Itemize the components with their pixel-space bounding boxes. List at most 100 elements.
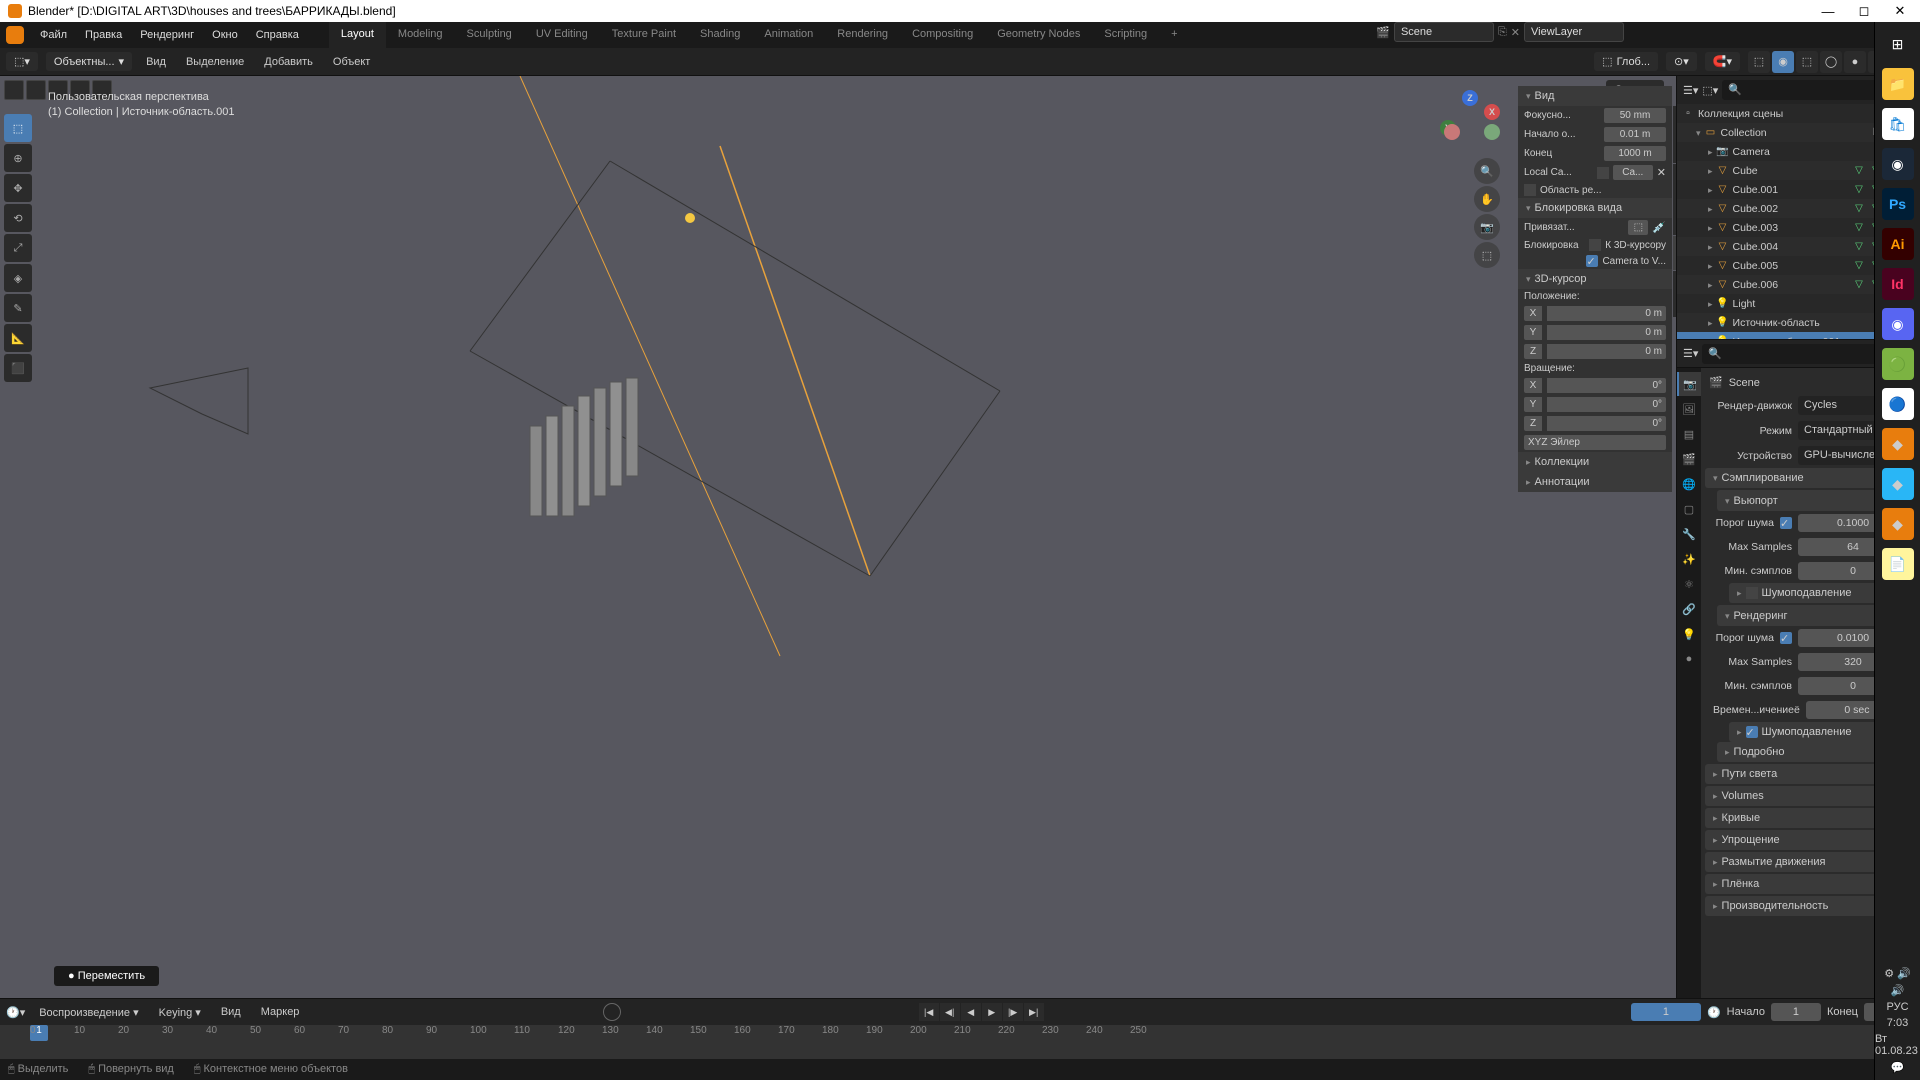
props-type-icon[interactable]: ☰▾ [1683, 347, 1698, 360]
jump-end-icon[interactable]: ▶| [1024, 1003, 1044, 1021]
steam-icon[interactable]: ◉ [1882, 148, 1914, 180]
editor-type-dropdown[interactable]: ⬚▾ [6, 52, 38, 71]
rnoise-check[interactable]: ✓ [1780, 632, 1792, 644]
annotate-tool[interactable]: ✎ [4, 294, 32, 322]
scale-tool[interactable]: ⤢ [4, 234, 32, 262]
scene-new-icon[interactable]: ⎘ [1498, 26, 1507, 39]
focal-input[interactable]: 50 mm [1604, 108, 1666, 123]
tl-view[interactable]: Вид [215, 1003, 247, 1021]
scene-name-input[interactable] [1394, 22, 1494, 42]
denoise-check[interactable] [1746, 587, 1758, 599]
blender-task-icon[interactable]: ◆ [1882, 428, 1914, 460]
props-tab-output[interactable]: 🖼 [1677, 397, 1701, 421]
cursor-y[interactable]: 0 m [1547, 325, 1666, 340]
photoshop-icon[interactable]: Ps [1882, 188, 1914, 220]
props-tab-viewlayer[interactable]: ▤ [1677, 422, 1701, 446]
zoom-icon[interactable]: 🔍 [1474, 158, 1500, 184]
cursor-tool[interactable]: ⊕ [4, 144, 32, 172]
menu-select[interactable]: Выделение [180, 53, 250, 71]
clock-time[interactable]: 7:03 [1887, 1017, 1908, 1029]
tab-modeling[interactable]: Modeling [386, 22, 455, 48]
n-tab-create[interactable]: Create [1673, 271, 1676, 317]
overlay-toggle-icon[interactable]: ◉ [1772, 51, 1794, 73]
timeline-type-icon[interactable]: 🕐▾ [6, 1006, 25, 1019]
clipstart-input[interactable]: 0.01 m [1604, 127, 1666, 142]
discord-icon[interactable]: ◉ [1882, 308, 1914, 340]
rdenoise-check[interactable]: ✓ [1746, 726, 1758, 738]
keyframe-prev-icon[interactable]: ◀| [940, 1003, 960, 1021]
menu-add[interactable]: Добавить [258, 53, 319, 71]
notif-icon[interactable]: 💬 [1891, 1061, 1905, 1074]
blender-task-icon[interactable]: ◆ [1882, 508, 1914, 540]
tab-uv[interactable]: UV Editing [524, 22, 600, 48]
menu-file[interactable]: Файл [32, 25, 75, 45]
3d-viewport[interactable]: ⬚ ⊕ ✥ ⟲ ⤢ ◈ ✎ 📐 ⬛ Пользовательская персп… [0, 76, 1676, 998]
shading-solid-icon[interactable]: ● [1844, 51, 1866, 73]
props-tab-world[interactable]: 🌐 [1677, 472, 1701, 496]
n-section-annot[interactable]: Аннотации [1518, 472, 1672, 492]
pan-icon[interactable]: ✋ [1474, 186, 1500, 212]
select-mode-icon[interactable] [4, 80, 24, 100]
timeline-track[interactable]: 1 01020304050607080901001101201301401501… [0, 1025, 1920, 1059]
select-tool[interactable]: ⬚ [4, 114, 32, 142]
tab-compositing[interactable]: Compositing [900, 22, 985, 48]
blender-logo-icon[interactable] [6, 26, 24, 44]
nav-gizmo[interactable]: Y Z X [1440, 90, 1500, 150]
cursor-x[interactable]: 0 m [1547, 306, 1666, 321]
tab-scripting[interactable]: Scripting [1092, 22, 1159, 48]
outliner-type-icon[interactable]: ☰▾ [1683, 84, 1698, 97]
tab-texture[interactable]: Texture Paint [600, 22, 688, 48]
props-tab-render[interactable]: 📷 [1677, 372, 1701, 396]
indesign-icon[interactable]: Id [1882, 268, 1914, 300]
props-tab-material[interactable]: ● [1677, 647, 1701, 671]
props-tab-particle[interactable]: ✨ [1677, 547, 1701, 571]
props-tab-scene[interactable]: 🎬 [1677, 447, 1701, 471]
pivot-dropdown[interactable]: ⊙▾ [1666, 52, 1697, 71]
props-tab-constraint[interactable]: 🔗 [1677, 597, 1701, 621]
tab-shading[interactable]: Shading [688, 22, 752, 48]
cursor-ry[interactable]: 0° [1547, 397, 1666, 412]
menu-window[interactable]: Окно [204, 25, 246, 45]
menu-object[interactable]: Объект [327, 53, 376, 71]
jump-start-icon[interactable]: |◀ [919, 1003, 939, 1021]
notes-icon[interactable]: 📄 [1882, 548, 1914, 580]
clipend-input[interactable]: 1000 m [1604, 146, 1666, 161]
n-section-view[interactable]: Вид [1518, 86, 1672, 106]
eyedrop-icon[interactable]: 💉 [1652, 221, 1666, 234]
play-rev-icon[interactable]: ◀ [961, 1003, 981, 1021]
play-icon[interactable]: ▶ [982, 1003, 1002, 1021]
tl-playback[interactable]: Воспроизведение ▾ [33, 1003, 144, 1022]
clock-icon[interactable]: 🕐 [1707, 1006, 1721, 1019]
cursor-rx[interactable]: 0° [1547, 378, 1666, 393]
scene-del-icon[interactable]: ✕ [1511, 26, 1520, 39]
windows-icon[interactable]: ⊞ [1882, 28, 1914, 60]
camtoview-check[interactable]: ✓ [1586, 255, 1598, 267]
tab-add[interactable]: + [1159, 22, 1189, 48]
measure-tool[interactable]: 📐 [4, 324, 32, 352]
lockcursor-check[interactable] [1589, 239, 1601, 251]
tab-rendering[interactable]: Rendering [825, 22, 900, 48]
euler-dropdown[interactable]: XYZ Эйлер [1524, 435, 1666, 450]
orientation-dropdown[interactable]: ⬚ Глоб... [1594, 52, 1658, 71]
app-icon[interactable]: ◆ [1882, 468, 1914, 500]
addcube-tool[interactable]: ⬛ [4, 354, 32, 382]
n-tab-item[interactable]: Элемент [1673, 106, 1676, 163]
start-input[interactable]: 1 [1771, 1003, 1821, 1021]
viewlayer-input[interactable] [1524, 22, 1624, 42]
props-tab-modifier[interactable]: 🔧 [1677, 522, 1701, 546]
noise-check[interactable]: ✓ [1780, 517, 1792, 529]
tab-sculpting[interactable]: Sculpting [455, 22, 524, 48]
app-icon[interactable]: 🟢 [1882, 348, 1914, 380]
autokey-icon[interactable] [603, 1003, 621, 1021]
snap-dropdown[interactable]: 🧲▾ [1705, 52, 1740, 71]
outliner-display-icon[interactable]: ⬚▾ [1702, 84, 1718, 97]
store-icon[interactable]: 🛍 [1882, 108, 1914, 140]
tab-animation[interactable]: Animation [752, 22, 825, 48]
maximize-button[interactable]: ◻ [1852, 1, 1876, 21]
close-button[interactable]: ✕ [1888, 1, 1912, 21]
tab-layout[interactable]: Layout [329, 22, 386, 48]
lang-indicator[interactable]: РУС [1886, 1001, 1908, 1013]
n-section-coll[interactable]: Коллекции [1518, 452, 1672, 472]
tl-keying[interactable]: Keying ▾ [153, 1003, 207, 1022]
props-tab-physics[interactable]: ⚛ [1677, 572, 1701, 596]
